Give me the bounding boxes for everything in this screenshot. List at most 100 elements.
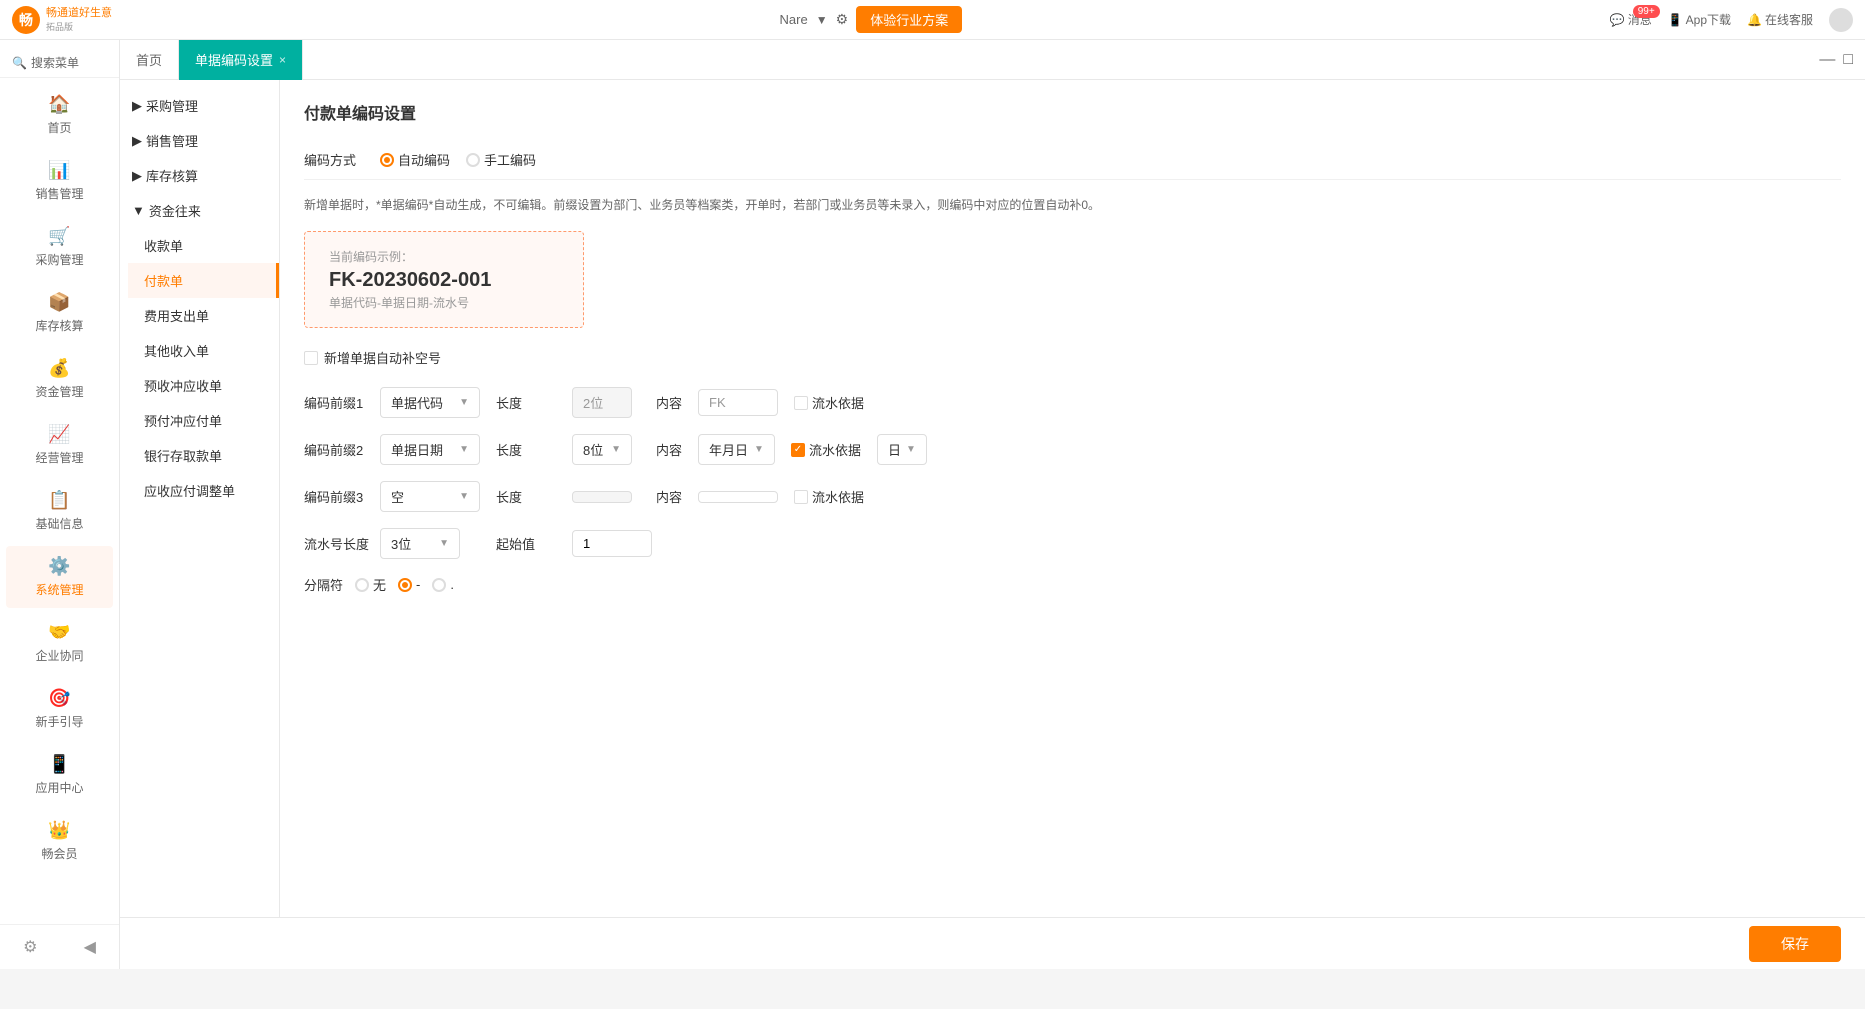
length2-chevron-icon: ▼ — [611, 444, 621, 455]
maximize-icon[interactable]: □ — [1843, 51, 1853, 69]
prefix3-label: 编码前缀3 — [304, 487, 364, 506]
sub-item-expense[interactable]: 费用支出单 — [128, 298, 279, 333]
sidebar-item-finance[interactable]: 💰 资金管理 — [6, 348, 113, 410]
flow2-checkbox-box[interactable]: ✓ — [791, 443, 805, 457]
top-bar-middle: Nare ▼ ⚙ 体验行业方案 — [780, 6, 963, 33]
sub-group-capital-label: 资金往来 — [149, 201, 201, 220]
auto-fill-row[interactable]: 新增单据自动补空号 — [304, 348, 1841, 367]
sub-item-prepaid-payable[interactable]: 预付冲应付单 — [128, 403, 279, 438]
sub-item-receivable-adjust[interactable]: 应收应付调整单 — [128, 473, 279, 508]
sub-group-purchase[interactable]: ▶ 采购管理 — [120, 88, 279, 123]
length2-select[interactable]: 8位 ▼ — [572, 434, 632, 465]
separator-dash[interactable]: - — [398, 577, 420, 592]
flow2-checkbox[interactable]: ✓ 流水依据 — [791, 440, 861, 459]
app-icon: 📱 — [48, 754, 70, 775]
flow1-checkbox[interactable]: 流水依据 — [794, 393, 864, 412]
encoding-radio-group: 自动编码 手工编码 — [380, 150, 536, 169]
tab-bar-actions: — □ — [1819, 51, 1865, 69]
separator-radios: 无 - . — [355, 575, 454, 594]
sidebar-item-inventory[interactable]: 📦 库存核算 — [6, 282, 113, 344]
settings-bottom-icon[interactable]: ⚙ — [15, 933, 45, 961]
sub-item-bank-deposit[interactable]: 银行存取款单 — [128, 438, 279, 473]
trial-button[interactable]: 体验行业方案 — [856, 6, 962, 33]
separator-label: 分隔符 — [304, 575, 343, 594]
sub-item-prepaid-payable-label: 预付冲应付单 — [144, 411, 222, 430]
sidebar-item-enterprise[interactable]: 🤝 企业协同 — [6, 612, 113, 674]
sidebar-item-home[interactable]: 🏠 首页 — [6, 84, 113, 146]
minimize-icon[interactable]: — — [1819, 51, 1835, 69]
settings-icon[interactable]: ⚙ — [836, 11, 849, 28]
tab-home-label: 首页 — [136, 50, 162, 69]
sidebar-label-purchase: 采购管理 — [35, 251, 83, 268]
sidebar-item-app[interactable]: 📱 应用中心 — [6, 744, 113, 806]
content2-chevron-icon: ▼ — [754, 444, 764, 455]
top-bar-right: 💬 消息 99+ 📱 App下载 🔔 在线客服 — [1610, 8, 1853, 32]
sidebar-item-purchase[interactable]: 🛒 采购管理 — [6, 216, 113, 278]
basic-icon: 📋 — [48, 490, 70, 511]
start-value-input[interactable] — [572, 530, 652, 557]
separator-row: 分隔符 无 - . — [304, 575, 1841, 594]
sidebar-item-operations[interactable]: 📈 经营管理 — [6, 414, 113, 476]
tab-encoding[interactable]: 单据编码设置 × — [179, 40, 303, 80]
flow2-unit-value: 日 — [888, 440, 901, 459]
sub-item-prepaid-receivable[interactable]: 预收冲应收单 — [128, 368, 279, 403]
length1-value: 2位 — [583, 393, 603, 412]
message-button[interactable]: 💬 消息 99+ — [1610, 11, 1652, 28]
radio-auto-code[interactable]: 自动编码 — [380, 150, 450, 169]
sidebar-item-guide[interactable]: 🎯 新手引导 — [6, 678, 113, 740]
logo-text: 畅通道好生意 — [46, 6, 112, 20]
flow3-checkbox-box[interactable] — [794, 490, 808, 504]
separator-none[interactable]: 无 — [355, 575, 386, 594]
prefix2-value: 单据日期 — [391, 440, 443, 459]
sub-group-sales[interactable]: ▶ 销售管理 — [120, 123, 279, 158]
sidebar-item-basic[interactable]: 📋 基础信息 — [6, 480, 113, 542]
tab-home[interactable]: 首页 — [120, 40, 179, 80]
logo-text-area: 畅通道好生意 拓品版 — [46, 6, 112, 33]
flow1-checkbox-box[interactable] — [794, 396, 808, 410]
radio-manual-code[interactable]: 手工编码 — [466, 150, 536, 169]
flow3-checkbox[interactable]: 流水依据 — [794, 487, 864, 506]
radio-manual-dot — [466, 153, 480, 167]
bottom-bar: 保存 — [120, 917, 1865, 969]
sub-item-receivable-adjust-label: 应收应付调整单 — [144, 481, 235, 500]
sub-group-capital[interactable]: ▼ 资金往来 — [120, 193, 279, 228]
user-avatar[interactable] — [1829, 8, 1853, 32]
flow2-label: 流水依据 — [809, 440, 861, 459]
capital-children: 收款单 付款单 费用支出单 其他收入单 预收冲应收单 预付冲 — [120, 228, 279, 508]
sidebar-item-sales[interactable]: 📊 销售管理 — [6, 150, 113, 212]
sidebar-item-system[interactable]: ⚙️ 系统管理 — [6, 546, 113, 608]
flow2-unit-select[interactable]: 日 ▼ — [877, 434, 927, 465]
sidebar-label-operations: 经营管理 — [35, 449, 83, 466]
prefix-row-3: 编码前缀3 空 ▼ 长度 内容 流水依据 — [304, 481, 1841, 512]
sidebar-label-finance: 资金管理 — [35, 383, 83, 400]
sub-group-sales-label: 销售管理 — [146, 131, 198, 150]
encoding-method-row: 编码方式 自动编码 手工编码 — [304, 140, 1841, 180]
sub-item-other-income[interactable]: 其他收入单 — [128, 333, 279, 368]
tab-close-icon[interactable]: × — [279, 53, 286, 67]
sub-group-inventory[interactable]: ▶ 库存核算 — [120, 158, 279, 193]
serial-length-select[interactable]: 3位 ▼ — [380, 528, 460, 559]
sub-item-payment[interactable]: 付款单 — [128, 263, 279, 298]
prefix3-select[interactable]: 空 ▼ — [380, 481, 480, 512]
online-service-button[interactable]: 🔔 在线客服 — [1747, 11, 1813, 28]
sidebar: 🔍 搜索菜单 🏠 首页 📊 销售管理 🛒 采购管理 📦 库存核算 💰 资金管理 … — [0, 40, 120, 969]
auto-fill-checkbox[interactable] — [304, 351, 318, 365]
sub-item-other-income-label: 其他收入单 — [144, 341, 209, 360]
search-menu[interactable]: 🔍 搜索菜单 — [0, 48, 119, 78]
sidebar-label-home: 首页 — [47, 119, 71, 136]
app-download-button[interactable]: 📱 App下载 — [1668, 11, 1731, 28]
separator-dot[interactable]: . — [432, 577, 454, 592]
content3-label: 内容 — [656, 487, 682, 506]
prefix1-select[interactable]: 单据代码 ▼ — [380, 387, 480, 418]
auto-fill-label: 新增单据自动补空号 — [324, 348, 441, 367]
content2-label: 内容 — [656, 440, 682, 459]
collapse-icon[interactable]: ◀ — [76, 933, 104, 961]
sub-item-receipt[interactable]: 收款单 — [128, 228, 279, 263]
separator-none-dot — [355, 578, 369, 592]
save-button[interactable]: 保存 — [1749, 926, 1841, 962]
content2-select[interactable]: 年月日 ▼ — [698, 434, 775, 465]
prefix2-select[interactable]: 单据日期 ▼ — [380, 434, 480, 465]
inventory-icon: 📦 — [48, 292, 70, 313]
sidebar-item-member[interactable]: 👑 畅会员 — [6, 810, 113, 872]
dropdown-arrow-icon[interactable]: ▼ — [816, 13, 828, 27]
